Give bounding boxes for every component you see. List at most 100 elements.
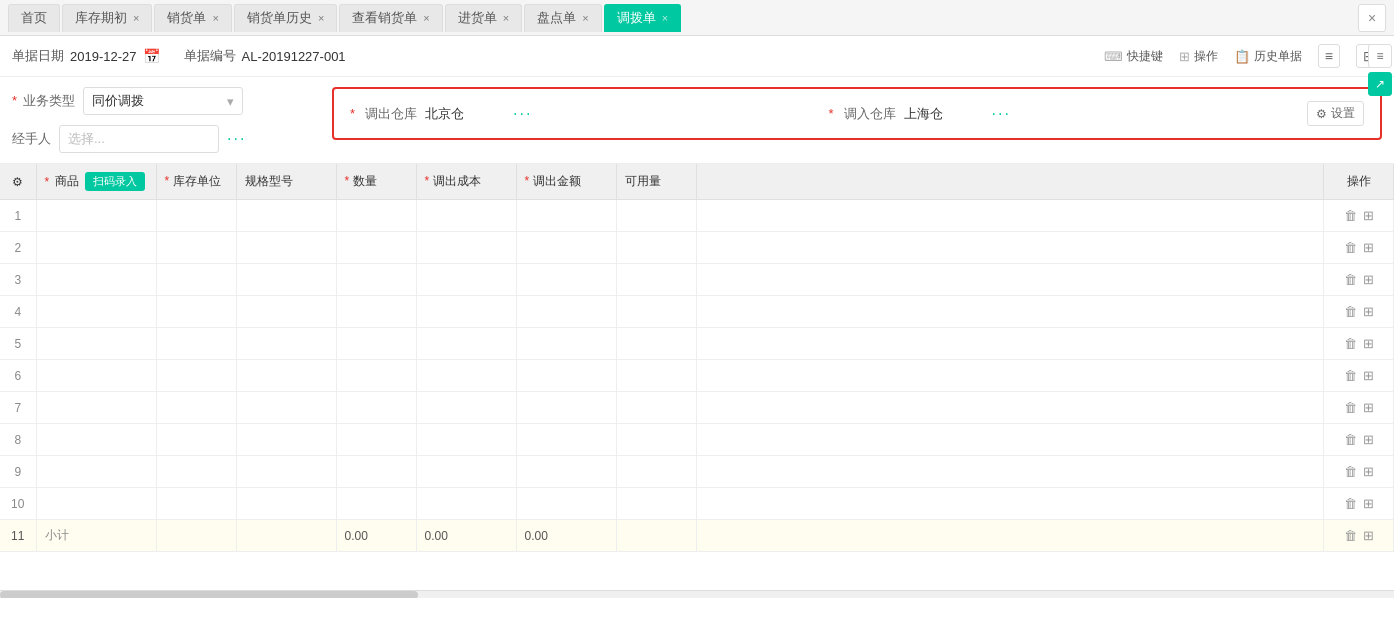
copy-icon[interactable]: ⊞ [1363, 336, 1374, 351]
business-type-required: * [12, 93, 17, 108]
history-icon: 📋 [1234, 49, 1250, 64]
copy-icon[interactable]: ⊞ [1363, 496, 1374, 511]
delete-icon[interactable]: 🗑 [1344, 272, 1357, 287]
row-num: 4 [0, 296, 36, 328]
tab-inventory-init-close[interactable]: × [133, 12, 139, 24]
gear-setting-button[interactable]: ⚙ 设置 [1307, 101, 1364, 126]
delete-icon[interactable]: 🗑 [1344, 528, 1357, 543]
delete-icon[interactable]: 🗑 [1344, 368, 1357, 383]
horizontal-scrollbar[interactable] [0, 590, 1394, 598]
cell-cost [416, 296, 516, 328]
cell-amount [516, 360, 616, 392]
copy-icon[interactable]: ⊞ [1363, 464, 1374, 479]
cell-qty [336, 296, 416, 328]
person-select[interactable]: 选择... [59, 125, 219, 153]
out-warehouse-more-button[interactable]: ··· [513, 105, 532, 123]
history-action[interactable]: 📋 历史单据 [1234, 48, 1302, 65]
th-qty-label: 数量 [353, 174, 377, 188]
cell-product[interactable] [36, 296, 156, 328]
copy-icon[interactable]: ⊞ [1363, 240, 1374, 255]
cell-available [616, 296, 696, 328]
delete-icon[interactable]: 🗑 [1344, 400, 1357, 415]
cell-product[interactable] [36, 456, 156, 488]
tab-sales-history[interactable]: 销货单历史 × [234, 4, 337, 32]
cell-operation: 🗑 ⊞ [1324, 488, 1394, 520]
header-actions: ⌨ 快捷键 ⊞ 操作 📋 历史单据 ≡ ⊞ [1104, 44, 1382, 68]
sidebar-expand-button[interactable]: ↗ [1368, 72, 1392, 96]
delete-icon[interactable]: 🗑 [1344, 496, 1357, 511]
delete-icon[interactable]: 🗑 [1344, 240, 1357, 255]
subtotal-qty: 0.00 [336, 520, 416, 552]
tab-inventory-check-label: 盘点单 [537, 9, 576, 27]
cell-product[interactable] [36, 232, 156, 264]
delete-icon[interactable]: 🗑 [1344, 208, 1357, 223]
delete-icon[interactable]: 🗑 [1344, 464, 1357, 479]
copy-icon[interactable]: ⊞ [1363, 272, 1374, 287]
tab-view-sales-close[interactable]: × [423, 12, 429, 24]
cell-available [616, 488, 696, 520]
tab-home[interactable]: 首页 [8, 4, 60, 32]
copy-icon[interactable]: ⊞ [1363, 368, 1374, 383]
cell-amount [516, 200, 616, 232]
cell-qty [336, 488, 416, 520]
cell-product[interactable] [36, 200, 156, 232]
tab-view-sales[interactable]: 查看销货单 × [339, 4, 442, 32]
tab-purchase[interactable]: 进货单 × [445, 4, 522, 32]
copy-icon[interactable]: ⊞ [1363, 208, 1374, 223]
cell-spec [236, 264, 336, 296]
table-row: 5 🗑 ⊞ [0, 328, 1394, 360]
subtotal-amount: 0.00 [516, 520, 616, 552]
delete-icon[interactable]: 🗑 [1344, 304, 1357, 319]
cell-amount [516, 456, 616, 488]
cell-product[interactable] [36, 392, 156, 424]
row-num: 3 [0, 264, 36, 296]
in-warehouse-more-button[interactable]: ··· [992, 105, 1011, 123]
tab-sales-history-close[interactable]: × [318, 12, 324, 24]
copy-icon[interactable]: ⊞ [1363, 432, 1374, 447]
tab-inventory-init[interactable]: 库存期初 × [62, 4, 152, 32]
cell-amount [516, 232, 616, 264]
copy-icon[interactable]: ⊞ [1363, 400, 1374, 415]
th-cost-label: 调出成本 [433, 174, 481, 188]
shortcuts-action[interactable]: ⌨ 快捷键 [1104, 48, 1163, 65]
person-more-button[interactable]: ··· [227, 130, 246, 148]
out-warehouse-value: 北京仓 [425, 105, 505, 123]
cell-product[interactable] [36, 360, 156, 392]
tab-inventory-check-close[interactable]: × [582, 12, 588, 24]
tab-inventory-check[interactable]: 盘点单 × [524, 4, 601, 32]
tab-transfer-close[interactable]: × [662, 12, 668, 24]
tab-sales-order[interactable]: 销货单 × [154, 4, 231, 32]
window-close-button[interactable]: × [1358, 4, 1386, 32]
tab-sales-order-close[interactable]: × [212, 12, 218, 24]
th-operation: 操作 [1324, 164, 1394, 200]
cell-product[interactable] [36, 424, 156, 456]
copy-icon[interactable]: ⊞ [1363, 528, 1374, 543]
calendar-icon[interactable]: 📅 [143, 48, 160, 64]
cell-qty [336, 392, 416, 424]
business-type-select[interactable]: 同价调拨 ▾ [83, 87, 243, 115]
cell-product[interactable] [36, 328, 156, 360]
layout-button[interactable]: ≡ [1318, 44, 1340, 68]
th-product: * 商品 扫码录入 [36, 164, 156, 200]
sidebar-list-button[interactable]: ≡ [1368, 44, 1392, 68]
th-gear[interactable]: ⚙ [0, 164, 36, 200]
cell-spacer [696, 392, 1324, 424]
copy-icon[interactable]: ⊞ [1363, 304, 1374, 319]
cell-cost [416, 456, 516, 488]
cell-product[interactable] [36, 488, 156, 520]
main-table: ⚙ * 商品 扫码录入 * 库存单位 [0, 164, 1394, 552]
delete-icon[interactable]: 🗑 [1344, 432, 1357, 447]
delete-icon[interactable]: 🗑 [1344, 336, 1357, 351]
subtotal-op: 🗑 ⊞ [1324, 520, 1394, 552]
cell-cost [416, 424, 516, 456]
th-product-label: 商品 [55, 173, 79, 190]
cell-operation: 🗑 ⊞ [1324, 264, 1394, 296]
row-num: 5 [0, 328, 36, 360]
tab-purchase-close[interactable]: × [503, 12, 509, 24]
operations-label: 操作 [1194, 48, 1218, 65]
tab-transfer[interactable]: 调拨单 × [604, 4, 681, 32]
scan-button[interactable]: 扫码录入 [85, 172, 145, 191]
cell-operation: 🗑 ⊞ [1324, 456, 1394, 488]
operations-action[interactable]: ⊞ 操作 [1179, 48, 1218, 65]
cell-product[interactable] [36, 264, 156, 296]
